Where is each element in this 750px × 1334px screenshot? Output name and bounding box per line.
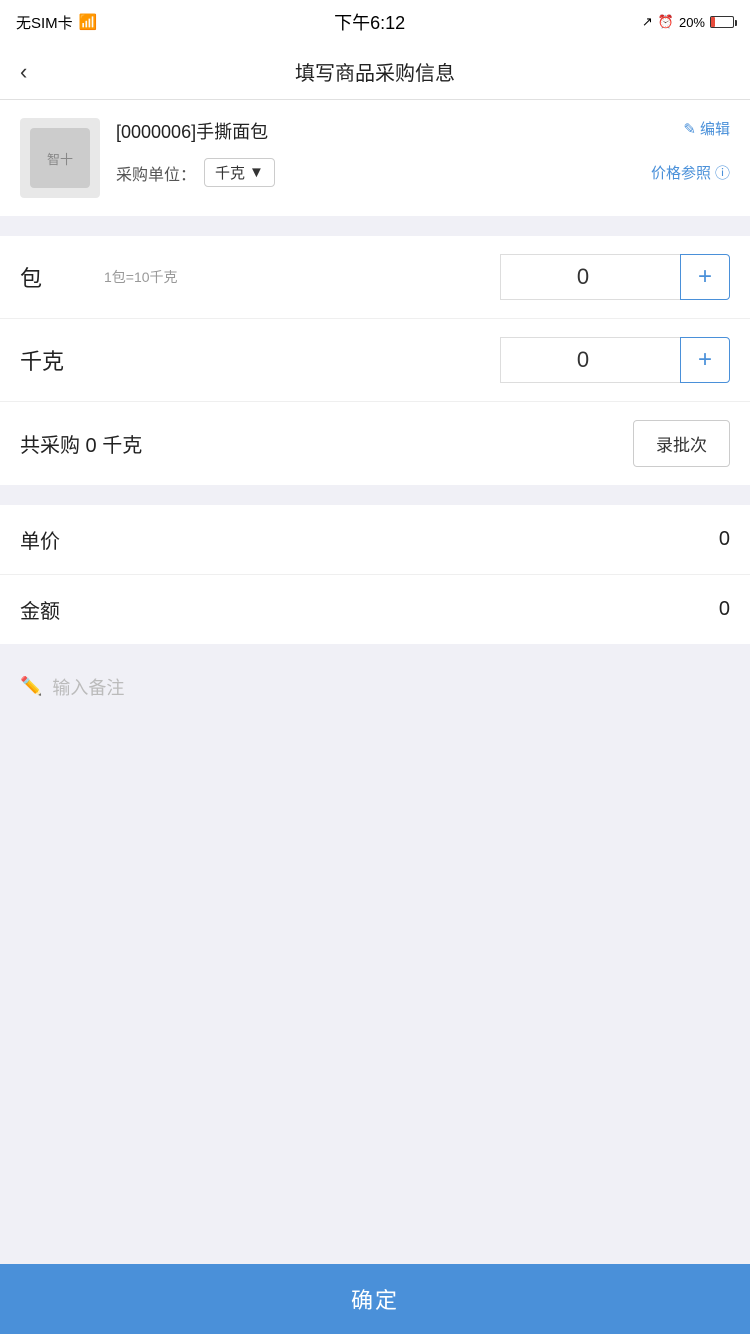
- product-name: [0000006]手撕面包: [116, 118, 268, 144]
- help-icon: ⓘ: [715, 162, 730, 183]
- notes-section[interactable]: ✏️ 输入备注: [0, 654, 750, 734]
- edit-button[interactable]: ✎ 编辑: [683, 118, 730, 139]
- wifi-icon: 📶: [79, 13, 98, 31]
- product-thumbnail: 智十: [20, 118, 100, 198]
- location-icon: ↗: [642, 14, 653, 30]
- status-bar: 无SIM卡 📶 下午6:12 ↗ ⏰ 20%: [0, 0, 750, 44]
- edit-label: 编辑: [700, 118, 730, 139]
- separator-2: [0, 495, 750, 505]
- unit-row: 采购单位： 千克 ▼ 价格参照 ⓘ: [116, 158, 730, 187]
- quantity-input-wrap-kg: +: [500, 337, 730, 383]
- summary-text: 共采购 0 千克: [20, 429, 142, 458]
- unit-price-row: 单价 0: [0, 505, 750, 575]
- product-card: 智十 [0000006]手撕面包 ✎ 编辑 采购单位： 千克 ▼ 价格参照 ⓘ: [0, 100, 750, 216]
- summary-section: 共采购 0 千克 录批次: [0, 401, 750, 485]
- unit-value: 千克: [215, 162, 245, 183]
- battery-pct: 20%: [679, 15, 705, 30]
- page-title: 填写商品采购信息: [295, 57, 455, 86]
- plus-button-bao[interactable]: +: [680, 254, 730, 300]
- price-section: 单价 0 金额 0: [0, 505, 750, 644]
- notes-placeholder: 输入备注: [52, 674, 124, 700]
- back-button[interactable]: ‹: [12, 51, 35, 93]
- separator-1: [0, 226, 750, 236]
- status-time: 下午6:12: [334, 9, 405, 35]
- amount-label: 金额: [20, 595, 60, 624]
- plus-button-kg[interactable]: +: [680, 337, 730, 383]
- status-right: ↗ ⏰ 20%: [642, 14, 734, 30]
- status-carrier: 无SIM卡 📶: [16, 12, 97, 33]
- edit-icon: ✎: [683, 120, 696, 138]
- unit-select[interactable]: 千克 ▼: [204, 158, 275, 187]
- carrier-label: 无SIM卡: [16, 12, 73, 33]
- quantity-label-bao: 包: [20, 261, 100, 293]
- product-info: [0000006]手撕面包 ✎ 编辑 采购单位： 千克 ▼ 价格参照 ⓘ: [116, 118, 730, 187]
- price-ref-button[interactable]: 价格参照 ⓘ: [651, 162, 730, 183]
- quantity-section: 包 1包=10千克 + 千克 + 共采购 0 千克 录批次: [0, 236, 750, 485]
- alarm-icon: ⏰: [658, 14, 674, 30]
- battery-icon: [710, 16, 734, 28]
- nav-bar: ‹ 填写商品采购信息: [0, 44, 750, 100]
- quantity-input-wrap-bao: +: [500, 254, 730, 300]
- record-batch-button[interactable]: 录批次: [633, 420, 730, 467]
- confirm-button[interactable]: 确定: [0, 1264, 750, 1334]
- unit-price-label: 单价: [20, 525, 60, 554]
- bottom-space: [0, 734, 750, 934]
- chevron-down-icon: ▼: [249, 164, 264, 181]
- quantity-sublabel-bao: 1包=10千克: [104, 267, 500, 287]
- quantity-row-bao: 包 1包=10千克 +: [0, 236, 750, 319]
- price-ref-label: 价格参照: [651, 162, 711, 183]
- product-name-row: [0000006]手撕面包 ✎ 编辑: [116, 118, 730, 144]
- unit-price-value: 0: [719, 528, 730, 551]
- amount-value: 0: [719, 598, 730, 621]
- quantity-label-kg: 千克: [20, 344, 100, 376]
- amount-row: 金额 0: [0, 575, 750, 644]
- quantity-input-kg[interactable]: [500, 337, 680, 383]
- quantity-input-bao[interactable]: [500, 254, 680, 300]
- quantity-row-kg: 千克 +: [0, 319, 750, 401]
- pencil-icon: ✏️: [20, 676, 42, 697]
- product-logo: 智十: [30, 128, 90, 188]
- unit-label: 采购单位：: [116, 161, 196, 185]
